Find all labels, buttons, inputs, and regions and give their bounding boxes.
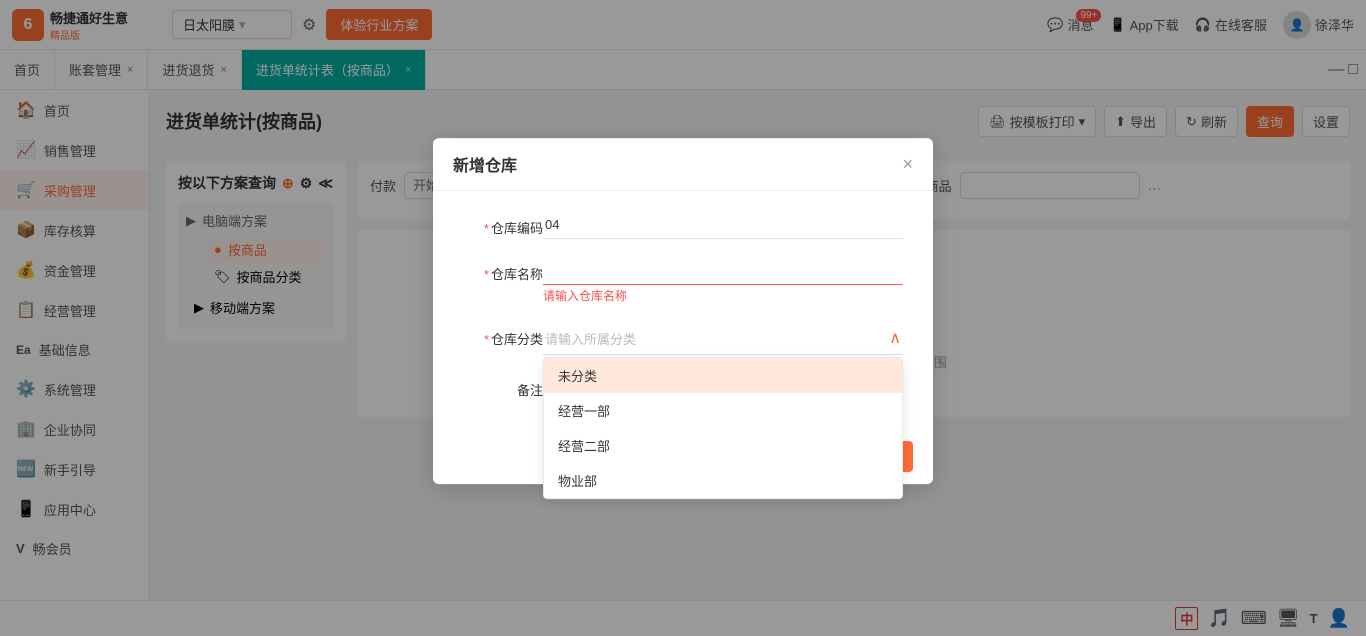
category-placeholder: 请输入所属分类 — [545, 329, 636, 348]
warehouse-code-input[interactable] — [543, 211, 903, 239]
warehouse-category-label: 仓库分类 — [463, 322, 543, 348]
warehouse-name-field: 请输入仓库名称 — [543, 257, 903, 304]
category-dropdown-arrow: ∧ — [889, 328, 901, 348]
warehouse-name-row: 仓库名称 请输入仓库名称 — [463, 257, 903, 304]
warehouse-name-input[interactable] — [543, 257, 903, 285]
dropdown-option-3[interactable]: 物业部 — [544, 463, 902, 498]
modal-close-button[interactable]: × — [902, 154, 913, 175]
warehouse-name-label: 仓库名称 — [463, 257, 543, 283]
dropdown-option-0[interactable]: 未分类 — [544, 358, 902, 393]
modal-body: 仓库编码 仓库名称 请输入仓库名称 仓库分类 请输入所属分类 ∧ — [433, 191, 933, 429]
dropdown-option-1[interactable]: 经营一部 — [544, 393, 902, 428]
modal-header: 新增仓库 × — [433, 138, 933, 191]
warehouse-code-field — [543, 211, 903, 239]
modal-title: 新增仓库 — [453, 152, 517, 176]
notes-label: 备注 — [463, 373, 543, 399]
warehouse-category-field: 请输入所属分类 ∧ 未分类 经营一部 经营二部 物业部 — [543, 322, 903, 355]
warehouse-code-label: 仓库编码 — [463, 211, 543, 237]
dropdown-option-2[interactable]: 经营二部 — [544, 428, 902, 463]
warehouse-category-select[interactable]: 请输入所属分类 ∧ — [543, 322, 903, 355]
warehouse-category-row: 仓库分类 请输入所属分类 ∧ 未分类 经营一部 经营二部 物业部 — [463, 322, 903, 355]
warehouse-code-row: 仓库编码 — [463, 211, 903, 239]
warehouse-name-error: 请输入仓库名称 — [543, 287, 903, 304]
add-warehouse-modal: 新增仓库 × 仓库编码 仓库名称 请输入仓库名称 仓库分类 请输入所属分类 ∧ — [433, 138, 933, 484]
category-dropdown-list: 未分类 经营一部 经营二部 物业部 — [543, 357, 903, 499]
